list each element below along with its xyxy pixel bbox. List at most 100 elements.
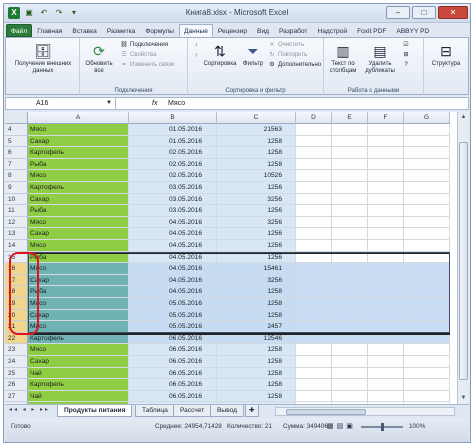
cell-amount[interactable]: 15461: [217, 263, 296, 275]
cell-empty-d[interactable]: [296, 379, 332, 391]
cell-amount[interactable]: 1258: [217, 379, 296, 391]
cell-empty-g[interactable]: [404, 135, 450, 148]
worksheet-grid[interactable]: A B C D E F G 4 Мясо 01.05.2016 21563 5 Сахар…: [5, 112, 469, 404]
tab-data[interactable]: Данные: [179, 24, 213, 37]
table-row[interactable]: 26 Картофель 06.05.2016 1258: [5, 379, 450, 391]
cell-empty-d[interactable]: [296, 216, 332, 229]
cell-empty-d[interactable]: [296, 170, 332, 182]
cell-empty-f[interactable]: [368, 135, 404, 148]
table-row[interactable]: 8 Мясо 02.05.2016 10526: [5, 170, 450, 182]
row-header[interactable]: 24: [5, 356, 28, 368]
cell-empty-e[interactable]: [332, 356, 368, 368]
table-row[interactable]: 13 Сахар 04.05.2016 1256: [5, 228, 450, 240]
cell-date[interactable]: 05.05.2016: [129, 309, 217, 322]
row-header[interactable]: 11: [5, 205, 28, 217]
table-row[interactable]: 10 Сахар 03.05.2016 3256: [5, 193, 450, 206]
cell-date[interactable]: 02.05.2016: [129, 158, 217, 171]
cell-empty-f[interactable]: [368, 379, 404, 391]
maximize-button[interactable]: □: [412, 6, 436, 19]
data-validation-button[interactable]: ☑: [402, 41, 412, 49]
column-header-g[interactable]: G: [404, 112, 450, 124]
cell-date[interactable]: 06.05.2016: [129, 367, 217, 380]
column-header-b[interactable]: B: [129, 112, 217, 124]
cell-empty-f[interactable]: [368, 216, 404, 229]
cell-empty-e[interactable]: [332, 344, 368, 356]
insert-function-button[interactable]: fx: [152, 98, 157, 109]
horizontal-scrollbar[interactable]: [275, 407, 455, 416]
cell-product[interactable]: Мясо: [28, 240, 129, 252]
row-header[interactable]: 14: [5, 240, 28, 252]
cell-empty-e[interactable]: [332, 298, 368, 310]
cell-empty-f[interactable]: [368, 263, 404, 275]
scroll-up-icon[interactable]: ▲: [458, 112, 469, 123]
cell-amount[interactable]: 1258: [217, 147, 296, 159]
row-header[interactable]: 26: [5, 379, 28, 391]
cell-empty-d[interactable]: [296, 240, 332, 252]
cell-date[interactable]: 06.05.2016: [129, 390, 217, 403]
cell-product[interactable]: Мясо: [28, 344, 129, 356]
name-box-dropdown-icon[interactable]: ▼: [106, 98, 112, 109]
cell-amount[interactable]: 1258: [217, 356, 296, 368]
cell-empty-e[interactable]: [332, 390, 368, 403]
table-row[interactable]: 5 Сахар 01.05.2016 1258: [5, 135, 450, 148]
row-header[interactable]: 6: [5, 147, 28, 159]
cell-amount[interactable]: 1256: [217, 228, 296, 240]
cell-empty-g[interactable]: [404, 286, 450, 298]
remove-duplicates-button[interactable]: ▤ Удалить дубликаты: [362, 42, 398, 75]
column-header-c[interactable]: C: [217, 112, 296, 124]
cell-empty-g[interactable]: [404, 390, 450, 403]
cell-product[interactable]: Картофель: [28, 182, 129, 194]
cell-empty-f[interactable]: [368, 321, 404, 333]
cell-date[interactable]: 02.05.2016: [129, 147, 217, 159]
row-header[interactable]: 8: [5, 170, 28, 182]
cell-empty-e[interactable]: [332, 158, 368, 171]
cell-date[interactable]: 03.05.2016: [129, 205, 217, 217]
cell-amount[interactable]: 3256: [217, 216, 296, 229]
row-header[interactable]: 4: [5, 124, 28, 136]
scroll-down-icon[interactable]: ▼: [458, 393, 469, 404]
cell-amount[interactable]: 1258: [217, 158, 296, 171]
cell-empty-g[interactable]: [404, 263, 450, 275]
cell-amount[interactable]: 1258: [217, 135, 296, 148]
cell-amount[interactable]: 10526: [217, 170, 296, 182]
cell-empty-f[interactable]: [368, 124, 404, 136]
cell-empty-e[interactable]: [332, 240, 368, 252]
cell-empty-g[interactable]: [404, 344, 450, 356]
cell-empty-f[interactable]: [368, 309, 404, 322]
cell-product[interactable]: Сахар: [28, 228, 129, 240]
cell-empty-g[interactable]: [404, 321, 450, 333]
structure-button[interactable]: ⊟ Структура: [426, 42, 466, 68]
cell-product[interactable]: Картофель: [28, 147, 129, 159]
cell-date[interactable]: 04.05.2016: [129, 228, 217, 240]
cell-empty-d[interactable]: [296, 356, 332, 368]
cell-empty-e[interactable]: [332, 286, 368, 298]
what-if-button[interactable]: ?: [402, 61, 412, 69]
minimize-button[interactable]: –: [386, 6, 410, 19]
cell-empty-g[interactable]: [404, 309, 450, 322]
cell-empty-f[interactable]: [368, 158, 404, 171]
cell-empty-e[interactable]: [332, 367, 368, 380]
cell-product[interactable]: Рыба: [28, 158, 129, 171]
close-button[interactable]: ✕: [438, 6, 468, 19]
cell-amount[interactable]: 1258: [217, 298, 296, 310]
cell-empty-f[interactable]: [368, 344, 404, 356]
cell-amount[interactable]: 1258: [217, 390, 296, 403]
table-row[interactable]: 23 Мясо 06.05.2016 1258: [5, 344, 450, 356]
vertical-scroll-thumb[interactable]: [459, 142, 468, 380]
cell-amount[interactable]: 2457: [217, 321, 296, 333]
cell-empty-f[interactable]: [368, 356, 404, 368]
cell-empty-e[interactable]: [332, 193, 368, 206]
cell-empty-e[interactable]: [332, 205, 368, 217]
cell-empty-f[interactable]: [368, 298, 404, 310]
cell-empty-g[interactable]: [404, 379, 450, 391]
cell-empty-d[interactable]: [296, 205, 332, 217]
cell-empty-e[interactable]: [332, 147, 368, 159]
cell-empty-f[interactable]: [368, 170, 404, 182]
cell-amount[interactable]: 1258: [217, 309, 296, 322]
cell-empty-g[interactable]: [404, 182, 450, 194]
cell-empty-g[interactable]: [404, 193, 450, 206]
cell-product[interactable]: Мясо: [28, 216, 129, 229]
cell-product[interactable]: Мясо: [28, 170, 129, 182]
cell-product[interactable]: Мясо: [28, 124, 129, 136]
cell-empty-e[interactable]: [332, 263, 368, 275]
